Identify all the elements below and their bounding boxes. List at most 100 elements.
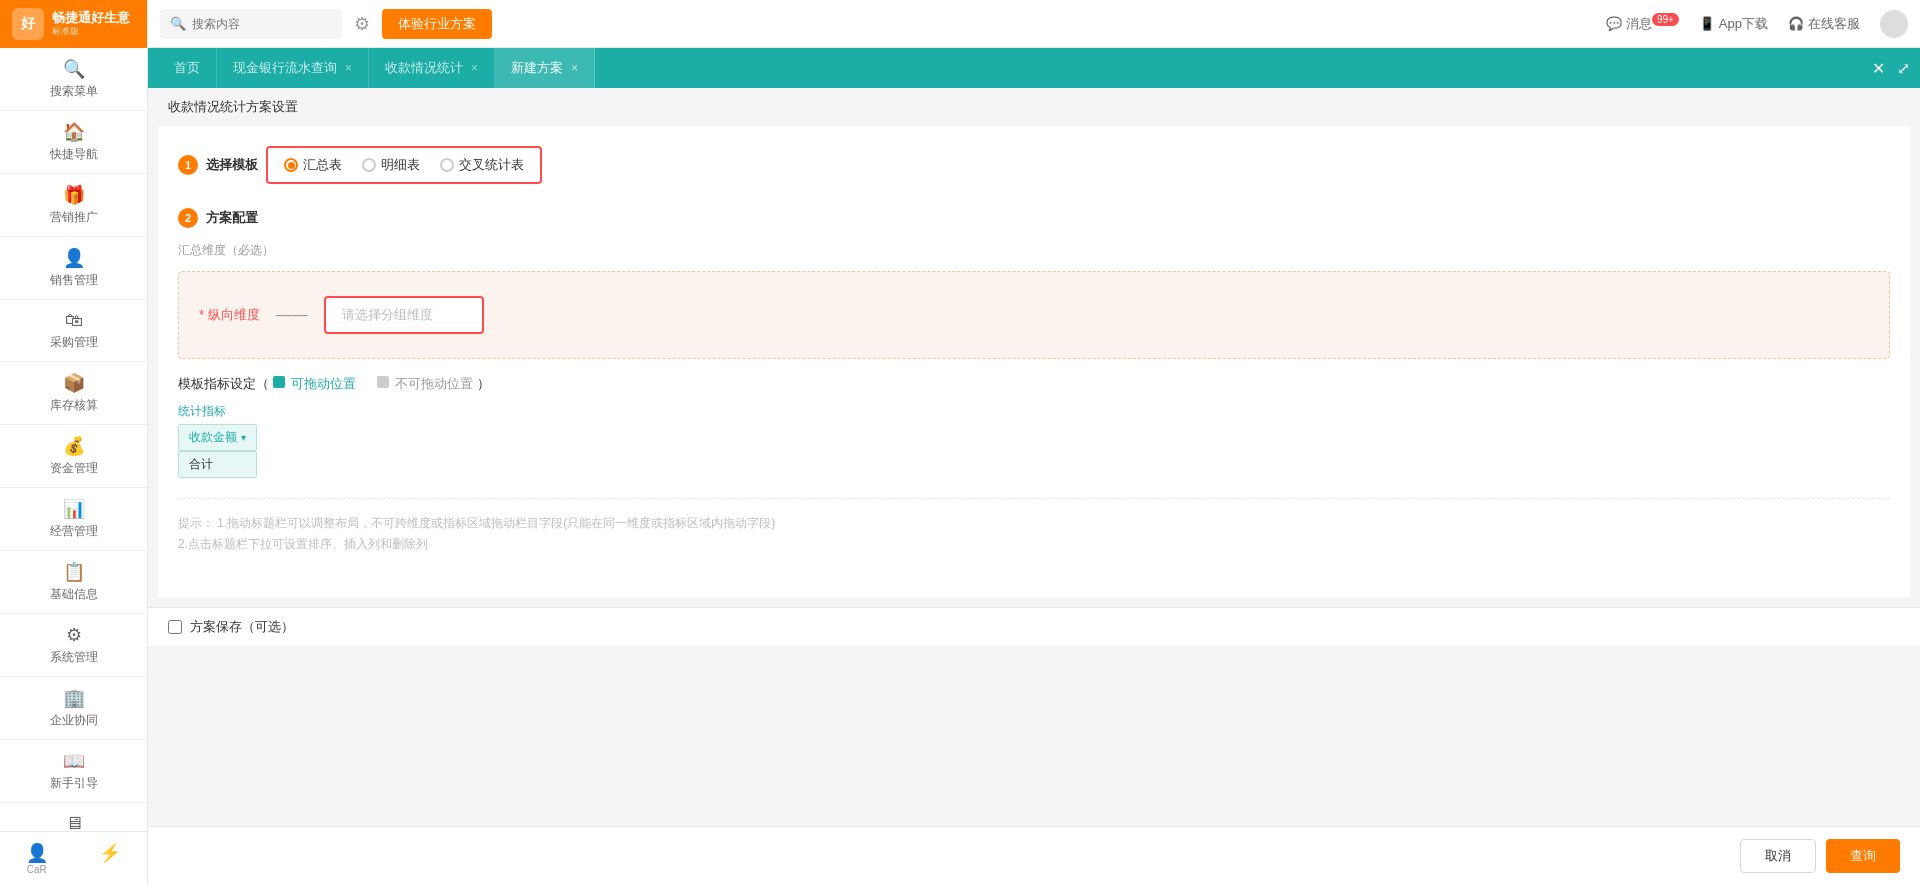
stat-col: 收款金额 ▾ 合计 — [178, 424, 257, 478]
sidebar-item-inventory[interactable]: 📦库存核算 — [0, 362, 147, 425]
search-menu-icon: 🔍 — [63, 58, 85, 80]
sales-icon: 👤 — [63, 247, 85, 269]
step2-section: 2 方案配置 汇总维度（必选） * 纵向维度 —— 请选择分组维度 — [178, 208, 1890, 553]
step2-header: 2 方案配置 — [178, 208, 1890, 228]
purchase-icon: 🛍 — [65, 310, 83, 331]
sidebar-item-operations[interactable]: 📊经营管理 — [0, 488, 147, 551]
headset-icon: 🎧 — [1788, 16, 1804, 31]
tab-close-bank[interactable]: × — [345, 61, 352, 75]
sidebar-item-quick-nav[interactable]: 🏠快捷导航 — [0, 111, 147, 174]
finance-icon: 💰 — [63, 435, 85, 457]
indicator-section: 模板指标设定（ 可拖动位置 不可拖动位置 ） — [178, 375, 1890, 478]
sidebar-item-search-menu[interactable]: 🔍搜索菜单 — [0, 48, 147, 111]
close-window-icon[interactable]: ✕ — [1872, 59, 1885, 78]
draggable-hint: 可拖动位置 — [273, 376, 360, 391]
search-box[interactable]: 🔍 — [160, 9, 342, 39]
maximize-icon[interactable]: ⤢ — [1897, 59, 1910, 78]
sidebar: 好 畅捷通好生意 标准版 🔍搜索菜单🏠快捷导航🎁营销推广👤销售管理🛍采购管理📦库… — [0, 0, 148, 885]
radio-detail[interactable]: 明细表 — [362, 156, 420, 174]
online-service-item[interactable]: 🎧 在线客服 — [1788, 15, 1860, 33]
sidebar-item-enterprise[interactable]: 🏢企业协同 — [0, 677, 147, 740]
sidebar-item-new-guide[interactable]: 📖新手引导 — [0, 740, 147, 803]
quick-nav-icon: 🏠 — [63, 121, 85, 143]
logo-icon: 好 — [12, 8, 44, 40]
step1-section: 1 选择模板 汇总表 明细表 — [178, 146, 1890, 184]
sidebar-item-finance[interactable]: 💰资金管理 — [0, 425, 147, 488]
step1-title: 选择模板 — [206, 156, 258, 174]
stat-label-col: 统计指标 收款金额 ▾ 合计 — [178, 403, 257, 478]
radio-circle-cross — [440, 158, 454, 172]
chevron-down-icon: ▾ — [241, 432, 246, 443]
tab-close-collection[interactable]: × — [471, 61, 478, 75]
hint-text-1: 提示： 1.拖动标题栏可以调整布局，不可跨维度或指标区域拖动栏目字段(只能在同一… — [178, 515, 1890, 532]
indicator-settings-label: 模板指标设定（ 可拖动位置 不可拖动位置 ） — [178, 375, 1890, 393]
download-icon: 📱 — [1699, 16, 1715, 31]
logo-text: 畅捷通好生意 标准版 — [52, 10, 130, 39]
step1-badge: 1 — [178, 155, 198, 175]
notification-item[interactable]: 💬 消息 99+ — [1606, 15, 1679, 33]
message-icon: 💬 — [1606, 16, 1622, 31]
basic-info-icon: 📋 — [63, 561, 85, 583]
smart-hw-icon: 🖥 — [65, 813, 83, 831]
tab-close-new-plan[interactable]: × — [571, 61, 578, 75]
marketing-icon: 🎁 — [63, 184, 85, 206]
sidebar-item-smart-hw[interactable]: 🖥智能硬件 — [0, 803, 147, 831]
radio-circle-summary — [284, 158, 298, 172]
indicator-table: 统计指标 收款金额 ▾ 合计 — [178, 403, 1890, 478]
industry-button[interactable]: 体验行业方案 — [382, 9, 492, 39]
sidebar-bottom: 👤 CaR ⚡ — [0, 831, 147, 885]
sidebar-logo: 好 畅捷通好生意 标准版 — [0, 0, 147, 48]
breadcrumb: 收款情况统计方案设置 — [148, 88, 1920, 126]
sidebar-bottom-item[interactable]: 👤 CaR — [26, 842, 48, 875]
query-button[interactable]: 查询 — [1826, 839, 1900, 873]
template-radio-group: 汇总表 明细表 交叉统计表 — [266, 146, 542, 184]
sidebar-bottom-item2[interactable]: ⚡ — [99, 842, 121, 875]
search-input[interactable] — [192, 17, 332, 31]
hint-text-2: 2.点击标题栏下拉可设置排序、插入列和删除列 — [178, 536, 1890, 553]
cancel-button[interactable]: 取消 — [1740, 839, 1816, 873]
radio-circle-detail — [362, 158, 376, 172]
dimension-row: * 纵向维度 —— 请选择分组维度 — [199, 296, 1869, 334]
radio-summary[interactable]: 汇总表 — [284, 156, 342, 174]
user-avatar[interactable] — [1880, 10, 1908, 38]
sidebar-item-basic-info[interactable]: 📋基础信息 — [0, 551, 147, 614]
tab-collection[interactable]: 收款情况统计 × — [369, 48, 495, 88]
content-body: 1 选择模板 汇总表 明细表 — [158, 126, 1910, 597]
footer-save: 方案保存（可选） — [148, 607, 1920, 646]
dimension-section-label: 汇总维度（必选） — [178, 242, 1890, 259]
tab-home[interactable]: 首页 — [158, 48, 217, 88]
app-download-item[interactable]: 📱 App下载 — [1699, 15, 1768, 33]
sidebar-item-system[interactable]: ⚙系统管理 — [0, 614, 147, 677]
vertical-dimension-label: * 纵向维度 — [199, 306, 260, 324]
sidebar-item-purchase[interactable]: 🛍采购管理 — [0, 300, 147, 362]
new-guide-icon: 📖 — [63, 750, 85, 772]
sidebar-item-marketing[interactable]: 🎁营销推广 — [0, 174, 147, 237]
hints-section: 提示： 1.拖动标题栏可以调整布局，不可跨维度或指标区域拖动栏目字段(只能在同一… — [178, 498, 1890, 553]
step2-badge: 2 — [178, 208, 198, 228]
arrow-icon: —— — [276, 306, 308, 324]
topbar-right: 💬 消息 99+ 📱 App下载 🎧 在线客服 — [1606, 10, 1908, 38]
dimension-area: * 纵向维度 —— 请选择分组维度 — [178, 271, 1890, 359]
tab-bank[interactable]: 现金银行流水查询 × — [217, 48, 369, 88]
collection-amount-header[interactable]: 收款金额 ▾ — [178, 424, 257, 451]
sidebar-item-sales[interactable]: 👤销售管理 — [0, 237, 147, 300]
tabs-actions: ✕ ⤢ — [1872, 59, 1910, 78]
content-area: 收款情况统计方案设置 1 选择模板 汇总表 — [148, 88, 1920, 826]
search-icon: 🔍 — [170, 16, 186, 31]
gear-icon[interactable]: ⚙ — [354, 13, 370, 35]
tabs-bar: 首页 现金银行流水查询 × 收款情况统计 × 新建方案 × ✕ ⤢ — [148, 48, 1920, 88]
action-bar: 取消 查询 — [148, 826, 1920, 885]
step1-header: 1 选择模板 汇总表 明细表 — [178, 146, 1890, 184]
main-content: 🔍 ⚙ 体验行业方案 💬 消息 99+ 📱 App下载 🎧 在线客服 首页 — [148, 0, 1920, 885]
radio-cross[interactable]: 交叉统计表 — [440, 156, 524, 174]
save-checkbox[interactable] — [168, 620, 182, 634]
sidebar-menu: 🔍搜索菜单🏠快捷导航🎁营销推广👤销售管理🛍采购管理📦库存核算💰资金管理📊经营管理… — [0, 48, 147, 831]
tab-new-plan[interactable]: 新建方案 × — [495, 48, 595, 88]
topbar: 🔍 ⚙ 体验行业方案 💬 消息 99+ 📱 App下载 🎧 在线客服 — [148, 0, 1920, 48]
system-icon: ⚙ — [66, 624, 82, 646]
stat-col-label: 统计指标 — [178, 403, 257, 420]
non-draggable-hint: 不可拖动位置 — [377, 376, 477, 391]
total-cell: 合计 — [178, 451, 257, 478]
dimension-select[interactable]: 请选择分组维度 — [324, 296, 484, 334]
operations-icon: 📊 — [63, 498, 85, 520]
